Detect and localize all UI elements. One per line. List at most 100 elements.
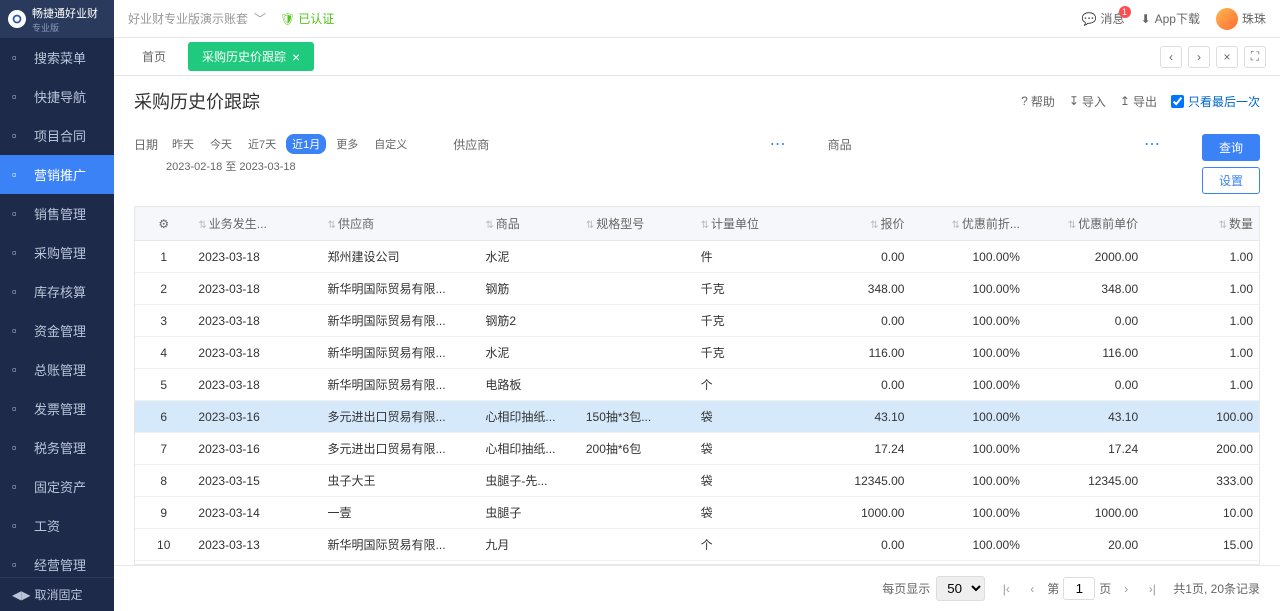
settings-button[interactable]: 设置 [1202,167,1260,194]
column-header-9[interactable]: ⇅数量 [1144,207,1259,241]
column-header-7[interactable]: ⇅优惠前折... [910,207,1025,241]
sidebar-item-label: 总账管理 [34,360,86,379]
cell-supplier: 多元进出口贸易有限... [322,401,480,433]
row-index: 4 [135,337,192,369]
tag-icon: ▫ [12,206,26,221]
org-selector[interactable]: 好业财专业版演示账套 ﹀ [128,10,266,27]
sidebar-item-search[interactable]: ▫搜索菜单 [0,38,114,77]
sidebar-item-biz[interactable]: ▫经营管理 [0,545,114,577]
table-row[interactable]: 52023-03-18新华明国际贸易有限...电路板个0.00100.00%0.… [135,369,1259,401]
sidebar-item-stock[interactable]: ▫库存核算 [0,272,114,311]
sidebar-item-cart[interactable]: ▫营销推广 [0,155,114,194]
column-header-3[interactable]: ⇅商品 [479,207,579,241]
supplier-input[interactable] [497,134,761,158]
sidebar-item-money[interactable]: ▫资金管理 [0,311,114,350]
tab-close-icon[interactable]: × [292,49,300,65]
cell-product: 心相印抽纸... [479,401,579,433]
cell-date: 2023-03-18 [192,337,321,369]
pin-toggle[interactable]: ◀▶ 取消固定 [0,577,114,611]
sidebar-item-box[interactable]: ▫采购管理 [0,233,114,272]
date-opt-2[interactable]: 近7天 [242,134,282,154]
sort-icon: ⇅ [485,220,493,231]
supplier-more-icon[interactable]: ⋯ [770,134,788,154]
sidebar-item-tax[interactable]: ▫税务管理 [0,428,114,467]
cell-qty: 1.00 [1144,337,1259,369]
only-last-checkbox[interactable]: 只看最后一次 [1171,93,1260,110]
app-download-button[interactable]: ⬇ App下载 [1141,10,1200,27]
column-header-2[interactable]: ⇅供应商 [322,207,480,241]
product-more-icon[interactable]: ⋯ [1144,134,1162,154]
cell-supplier: 郑州建设公司 [322,241,480,273]
page-first-button[interactable]: |‹ [995,578,1017,600]
column-header-5[interactable]: ⇅计量单位 [695,207,796,241]
column-header-8[interactable]: ⇅优惠前单价 [1026,207,1144,241]
cell-price: 0.00 [796,241,911,273]
cell-product: 虫腿子-先... [479,465,579,497]
gear-icon[interactable]: ⚙ [158,217,169,231]
date-opt-3[interactable]: 近1月 [286,134,326,154]
product-input[interactable] [860,134,1136,158]
page-input[interactable] [1063,577,1095,600]
table-row[interactable]: 62023-03-16多元进出口贸易有限...心相印抽纸...150抽*3包..… [135,401,1259,433]
table-row[interactable]: 32023-03-18新华明国际贸易有限...钢筋2千克0.00100.00%0… [135,305,1259,337]
per-page-label: 每页显示 [882,580,930,597]
tab-prev-button[interactable]: ‹ [1160,46,1182,68]
table-row[interactable]: 42023-03-18新华明国际贸易有限...水泥千克116.00100.00%… [135,337,1259,369]
page-last-button[interactable]: ›| [1141,578,1163,600]
cell-supplier: 多元进出口贸易有限... [322,433,480,465]
sidebar-item-asset[interactable]: ▫固定资产 [0,467,114,506]
import-link[interactable]: ↧导入 [1069,93,1106,110]
sidebar-item-invoice[interactable]: ▫发票管理 [0,389,114,428]
tab-home[interactable]: 首页 [128,42,180,71]
column-header-4[interactable]: ⇅规格型号 [580,207,695,241]
date-opt-0[interactable]: 昨天 [166,134,200,154]
cell-discount: 100.00% [910,465,1025,497]
page-next-button[interactable]: › [1115,578,1137,600]
cell-unit-price: 12345.00 [1026,465,1144,497]
cell-unit: 个 [695,369,796,401]
sidebar-item-file[interactable]: ▫项目合同 [0,116,114,155]
sidebar-item-label: 发票管理 [34,399,86,418]
sidebar-item-salary[interactable]: ▫工资 [0,506,114,545]
messages-button[interactable]: 💬 消息 1 [1082,10,1125,27]
user-menu[interactable]: 珠珠 [1216,8,1266,30]
date-opt-5[interactable]: 自定义 [368,134,413,154]
sidebar-item-home[interactable]: ▫快捷导航 [0,77,114,116]
column-header-1[interactable]: ⇅业务发生... [192,207,321,241]
column-header-0[interactable]: ⚙ [135,207,192,241]
cell-qty: 200.00 [1144,433,1259,465]
table-row[interactable]: 12023-03-18郑州建设公司水泥件0.00100.00%2000.001.… [135,241,1259,273]
table-row[interactable]: 82023-03-15虫子大王虫腿子-先...袋12345.00100.00%1… [135,465,1259,497]
help-link[interactable]: ?帮助 [1021,93,1055,110]
tab-next-button[interactable]: › [1188,46,1210,68]
table-row[interactable]: 72023-03-16多元进出口贸易有限...心相印抽纸...200抽*6包袋1… [135,433,1259,465]
date-opt-1[interactable]: 今天 [204,134,238,154]
tab-close-all-button[interactable]: × [1216,46,1238,68]
row-index: 2 [135,273,192,305]
sidebar-item-label: 资金管理 [34,321,86,340]
cell-supplier: 新华明国际贸易有限... [322,529,480,561]
query-button[interactable]: 查询 [1202,134,1260,161]
biz-icon: ▫ [12,557,26,572]
cell-price: 17.24 [796,433,911,465]
sidebar-item-ledger[interactable]: ▫总账管理 [0,350,114,389]
sidebar-item-tag[interactable]: ▫销售管理 [0,194,114,233]
cell-qty: 1.00 [1144,369,1259,401]
fullscreen-button[interactable]: ⛶ [1244,46,1266,68]
cell-unit-price: 116.00 [1026,337,1144,369]
table-row[interactable]: 22023-03-18新华明国际贸易有限...钢筋千克348.00100.00%… [135,273,1259,305]
tab-purchase-history[interactable]: 采购历史价跟踪 × [188,42,314,71]
page-prev-button[interactable]: ‹ [1021,578,1043,600]
table-row[interactable]: 92023-03-14一壹虫腿子袋1000.00100.00%1000.0010… [135,497,1259,529]
date-opt-4[interactable]: 更多 [330,134,364,154]
table-row[interactable]: 102023-03-13新华明国际贸易有限...九月个0.00100.00%20… [135,529,1259,561]
pagination-summary: 共1页, 20条记录 [1173,580,1260,597]
cell-unit: 千克 [695,273,796,305]
cell-qty: 10.00 [1144,497,1259,529]
column-header-6[interactable]: ⇅报价 [796,207,911,241]
export-link[interactable]: ↥导出 [1120,93,1157,110]
sort-icon: ⇅ [951,220,959,231]
box-icon: ▫ [12,245,26,260]
page-size-select[interactable]: 50 [936,576,985,601]
cell-qty: 1.00 [1144,241,1259,273]
